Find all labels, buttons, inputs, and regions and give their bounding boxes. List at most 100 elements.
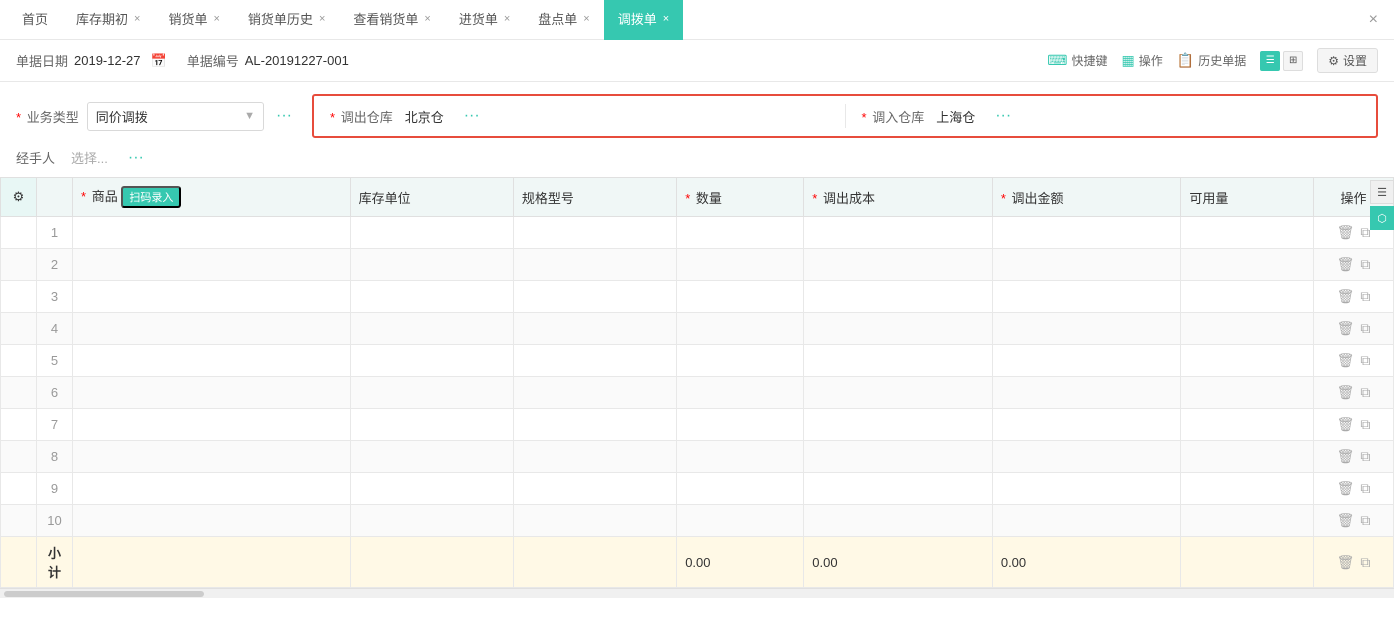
row-unit-cell[interactable] xyxy=(350,505,513,537)
row-quantity-cell[interactable] xyxy=(677,217,804,249)
row-available-cell[interactable] xyxy=(1181,409,1314,441)
tab-sales-order-close[interactable]: × xyxy=(213,13,219,25)
business-type-select[interactable]: 同价调拨 ▼ xyxy=(87,102,264,131)
subtotal-copy-icon[interactable]: ⧉ xyxy=(1360,554,1370,571)
row-amount-cell[interactable] xyxy=(992,473,1181,505)
row-spec-cell[interactable] xyxy=(513,473,676,505)
person-more-icon[interactable]: ··· xyxy=(124,149,148,167)
row-spec-cell[interactable] xyxy=(513,377,676,409)
date-value[interactable]: 2019-12-27 xyxy=(74,53,141,68)
row-unit-cell[interactable] xyxy=(350,377,513,409)
row-product-cell[interactable] xyxy=(73,313,351,345)
operation-button[interactable]: ▦ 操作 xyxy=(1122,52,1163,69)
row-unit-cell[interactable] xyxy=(350,473,513,505)
row-spec-cell[interactable] xyxy=(513,505,676,537)
row-cost-cell[interactable] xyxy=(804,313,993,345)
delete-icon[interactable]: 🗑 xyxy=(1337,448,1355,465)
row-unit-cell[interactable] xyxy=(350,441,513,473)
calendar-icon[interactable]: 📅 xyxy=(151,53,167,69)
row-amount-cell[interactable] xyxy=(992,249,1181,281)
row-available-cell[interactable] xyxy=(1181,441,1314,473)
copy-icon[interactable]: ⧉ xyxy=(1360,416,1370,433)
side-list-icon[interactable]: ☰ xyxy=(1370,180,1394,204)
row-cost-cell[interactable] xyxy=(804,409,993,441)
row-amount-cell[interactable] xyxy=(992,409,1181,441)
row-available-cell[interactable] xyxy=(1181,249,1314,281)
row-available-cell[interactable] xyxy=(1181,313,1314,345)
copy-icon[interactable]: ⧉ xyxy=(1360,448,1370,465)
tab-purchase-close[interactable]: × xyxy=(504,13,510,25)
row-spec-cell[interactable] xyxy=(513,313,676,345)
row-amount-cell[interactable] xyxy=(992,345,1181,377)
row-quantity-cell[interactable] xyxy=(677,281,804,313)
tab-purchase[interactable]: 进货单 × xyxy=(445,0,524,40)
subtotal-delete-icon[interactable]: 🗑 xyxy=(1337,554,1355,571)
row-spec-cell[interactable] xyxy=(513,345,676,377)
th-settings[interactable]: ⚙ xyxy=(1,178,37,217)
delete-icon[interactable]: 🗑 xyxy=(1337,480,1355,497)
row-product-cell[interactable] xyxy=(73,441,351,473)
tab-stocktake[interactable]: 盘点单 × xyxy=(524,0,603,40)
row-unit-cell[interactable] xyxy=(350,281,513,313)
tab-view-sales[interactable]: 查看销货单 × xyxy=(339,0,444,40)
delete-icon[interactable]: 🗑 xyxy=(1337,224,1355,241)
row-quantity-cell[interactable] xyxy=(677,505,804,537)
scrollbar-thumb[interactable] xyxy=(4,591,204,597)
person-select[interactable]: 选择... xyxy=(71,148,108,167)
copy-icon[interactable]: ⧉ xyxy=(1360,480,1370,497)
row-quantity-cell[interactable] xyxy=(677,377,804,409)
horizontal-scrollbar[interactable] xyxy=(0,588,1394,598)
row-cost-cell[interactable] xyxy=(804,249,993,281)
copy-icon[interactable]: ⧉ xyxy=(1360,352,1370,369)
list-layout-icon[interactable]: ☰ xyxy=(1260,51,1280,71)
row-cost-cell[interactable] xyxy=(804,441,993,473)
delete-icon[interactable]: 🗑 xyxy=(1337,384,1355,401)
row-spec-cell[interactable] xyxy=(513,409,676,441)
tab-inventory-init[interactable]: 库存期初 × xyxy=(62,0,154,40)
row-amount-cell[interactable] xyxy=(992,281,1181,313)
row-available-cell[interactable] xyxy=(1181,345,1314,377)
window-close-button[interactable]: × xyxy=(1369,11,1386,29)
row-spec-cell[interactable] xyxy=(513,249,676,281)
row-quantity-cell[interactable] xyxy=(677,441,804,473)
setting-button[interactable]: ⚙ 设置 xyxy=(1317,48,1378,73)
row-cost-cell[interactable] xyxy=(804,473,993,505)
copy-icon[interactable]: ⧉ xyxy=(1360,320,1370,337)
tab-transfer-close[interactable]: × xyxy=(663,13,669,25)
tab-inventory-init-close[interactable]: × xyxy=(134,13,140,25)
row-unit-cell[interactable] xyxy=(350,409,513,441)
row-amount-cell[interactable] xyxy=(992,441,1181,473)
tab-view-sales-close[interactable]: × xyxy=(424,13,430,25)
row-cost-cell[interactable] xyxy=(804,505,993,537)
row-amount-cell[interactable] xyxy=(992,217,1181,249)
shortcut-button[interactable]: ⌨ 快捷键 xyxy=(1047,52,1107,69)
side-external-icon[interactable]: ⬡ xyxy=(1370,206,1394,230)
row-product-cell[interactable] xyxy=(73,409,351,441)
transfer-in-value[interactable]: 上海仓 xyxy=(936,107,975,126)
row-cost-cell[interactable] xyxy=(804,281,993,313)
transfer-out-more-icon[interactable]: ··· xyxy=(460,107,484,125)
row-quantity-cell[interactable] xyxy=(677,249,804,281)
tab-sales-order[interactable]: 销货单 × xyxy=(154,0,233,40)
copy-icon[interactable]: ⧉ xyxy=(1360,512,1370,529)
row-spec-cell[interactable] xyxy=(513,217,676,249)
row-amount-cell[interactable] xyxy=(992,313,1181,345)
row-product-cell[interactable] xyxy=(73,473,351,505)
row-quantity-cell[interactable] xyxy=(677,473,804,505)
row-quantity-cell[interactable] xyxy=(677,409,804,441)
tab-sales-history[interactable]: 销货单历史 × xyxy=(234,0,339,40)
row-cost-cell[interactable] xyxy=(804,217,993,249)
tab-sales-history-close[interactable]: × xyxy=(319,13,325,25)
business-type-more-icon[interactable]: ··· xyxy=(272,107,296,125)
row-amount-cell[interactable] xyxy=(992,505,1181,537)
row-product-cell[interactable] xyxy=(73,345,351,377)
row-available-cell[interactable] xyxy=(1181,377,1314,409)
history-button[interactable]: 📋 历史单据 xyxy=(1177,52,1246,69)
delete-icon[interactable]: 🗑 xyxy=(1337,288,1355,305)
tab-transfer[interactable]: 调拨单 × xyxy=(604,0,683,40)
row-unit-cell[interactable] xyxy=(350,345,513,377)
row-product-cell[interactable] xyxy=(73,217,351,249)
row-amount-cell[interactable] xyxy=(992,377,1181,409)
delete-icon[interactable]: 🗑 xyxy=(1337,256,1355,273)
row-available-cell[interactable] xyxy=(1181,281,1314,313)
